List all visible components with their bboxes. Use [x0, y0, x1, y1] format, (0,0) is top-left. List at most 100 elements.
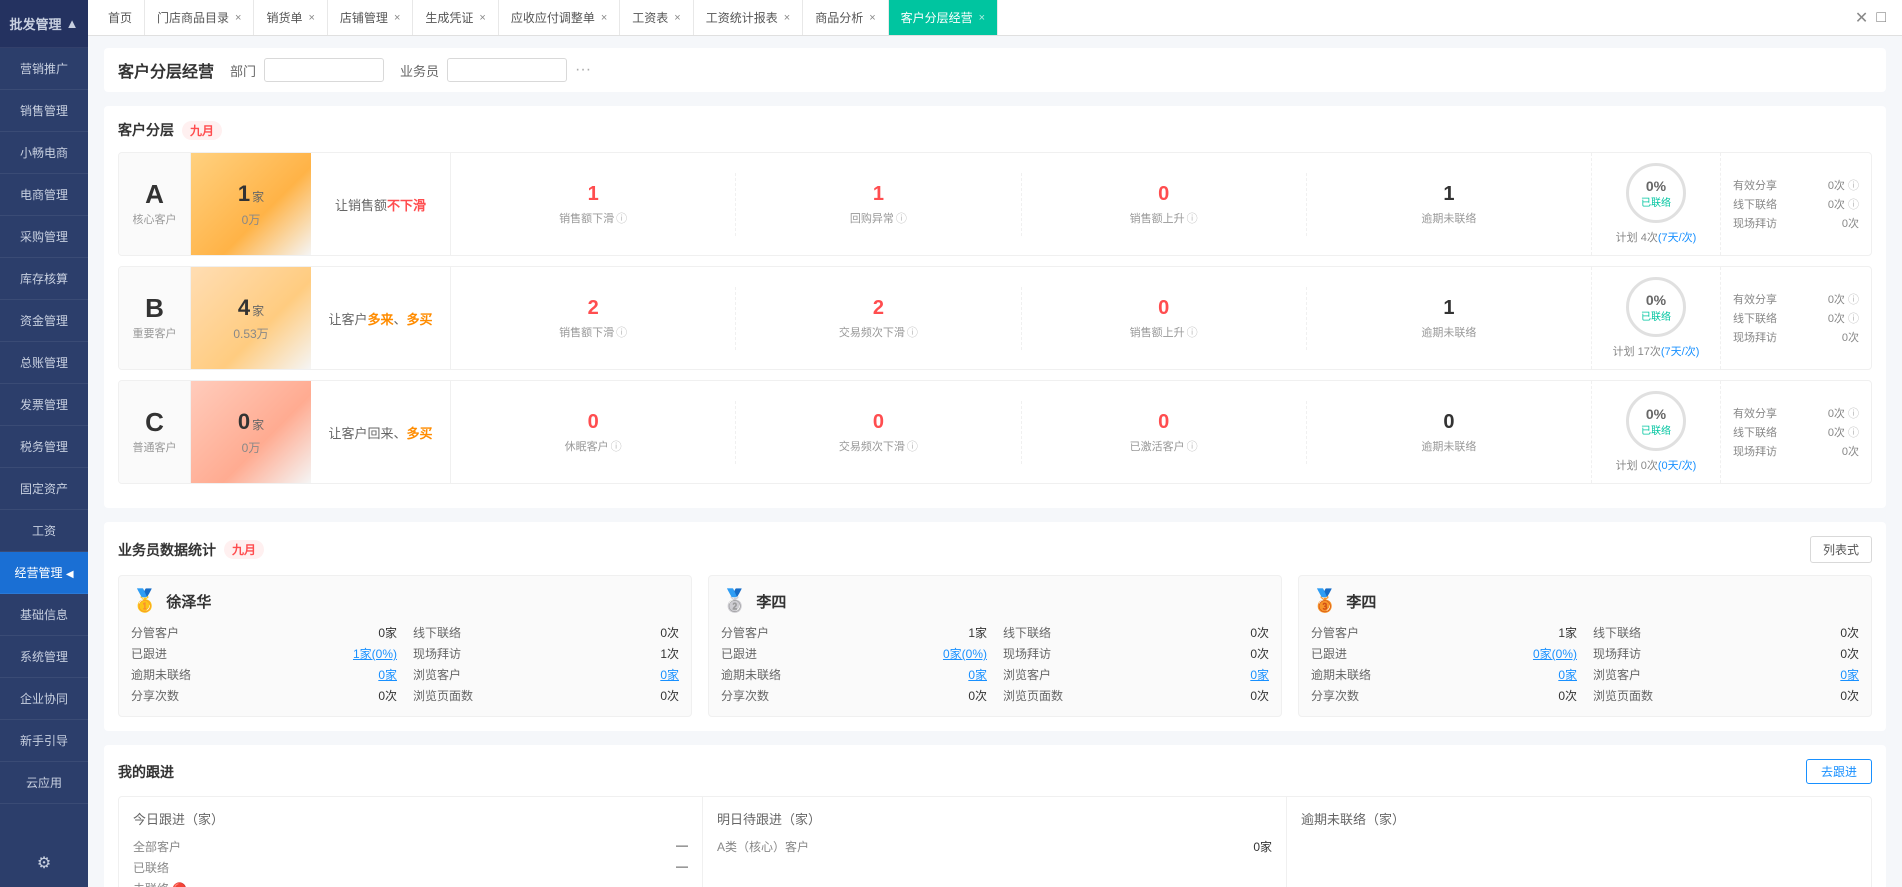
- sidebar-item-ecom[interactable]: 电商管理: [0, 174, 88, 216]
- tab-ar-ap[interactable]: 应收应付调整单 ×: [499, 0, 620, 36]
- metric-b-1: 2 销售额下滑 ⓘ: [451, 287, 736, 350]
- metric-c-overdue: 0 逾期未联络: [1307, 401, 1591, 464]
- info-icon[interactable]: ⓘ: [896, 210, 907, 226]
- info-icon[interactable]: ⓘ: [1848, 313, 1859, 325]
- tier-row-a: A 核心客户 1家 0万 让销售额不下滑 1 销售额下滑 ⓘ 1: [118, 152, 1872, 256]
- tab-payroll[interactable]: 工资表 ×: [620, 0, 693, 36]
- tab-store-products[interactable]: 门店商品目录 ×: [145, 0, 254, 36]
- sidebar-item-label: 采购管理: [20, 230, 68, 244]
- sidebar-item-ecom-small[interactable]: 小畅电商: [0, 132, 88, 174]
- tab-close-icon[interactable]: ×: [601, 12, 607, 24]
- list-view-button[interactable]: 列表式: [1810, 536, 1872, 563]
- followup-row: 全部客户 —: [133, 836, 688, 857]
- tab-close-icon[interactable]: ×: [235, 12, 241, 24]
- sidebar-item-guide[interactable]: 新手引导: [0, 720, 88, 762]
- sidebar-item-salary[interactable]: 工资: [0, 510, 88, 552]
- tier-row-c: C 普通客户 0家 0万 让客户回来、多买 0 休眠客户 ⓘ 0: [118, 380, 1872, 484]
- tab-home[interactable]: 首页: [96, 0, 145, 36]
- salesman-1-stats: 分管客户 0家 线下联络 0次 已跟进 1家(0%) 现场拜访: [131, 624, 679, 704]
- tab-customer-tier[interactable]: 客户分层经营 ×: [889, 0, 998, 36]
- info-icon[interactable]: ⓘ: [1848, 294, 1859, 306]
- sidebar-item-inventory[interactable]: 库存核算: [0, 258, 88, 300]
- tab-label: 客户分层经营: [901, 9, 973, 26]
- go-followup-button[interactable]: 去跟进: [1806, 759, 1872, 784]
- sidebar-item-label: 新手引导: [20, 734, 68, 748]
- salesman-card-2: 🥈 李四 分管客户 1家 线下联络 0次 已跟进: [708, 575, 1282, 717]
- sidebar-item-collab[interactable]: 企业协同: [0, 678, 88, 720]
- info-icon[interactable]: ⓘ: [907, 324, 918, 340]
- tier-a-name: 核心客户: [133, 211, 177, 227]
- stat-row: 现场拜访 1次: [413, 645, 679, 662]
- info-icon[interactable]: ⓘ: [1187, 324, 1198, 340]
- contact-circle-c: 0% 已联络: [1626, 391, 1686, 451]
- tier-b-num: 4: [238, 295, 250, 320]
- sidebar-item-marketing[interactable]: 营销推广: [0, 48, 88, 90]
- info-icon[interactable]: ⓘ: [611, 438, 622, 454]
- tab-close-icon[interactable]: ×: [979, 12, 985, 24]
- tier-a-actions: 有效分享 0次 ⓘ 线下联络 0次 ⓘ 现场拜访 0次: [1721, 153, 1871, 255]
- stat-row: 现场拜访 0次: [1003, 645, 1269, 662]
- tab-label: 应收应付调整单: [511, 9, 595, 26]
- tab-label: 首页: [108, 9, 132, 26]
- tab-close-icon[interactable]: ×: [479, 12, 485, 24]
- stat-row: 分管客户 1家: [721, 624, 987, 641]
- sidebar-gear-button[interactable]: ⚙: [0, 839, 88, 887]
- contact-circle-b: 0% 已联络: [1626, 277, 1686, 337]
- tier-a-suggestion: 让销售额不下滑: [311, 153, 451, 255]
- tier-a-amount: 0万: [242, 211, 261, 228]
- more-button[interactable]: ···: [575, 61, 591, 79]
- sidebar-item-sales[interactable]: 销售管理: [0, 90, 88, 132]
- metric-a-2: 1 回购异常 ⓘ: [736, 173, 1021, 236]
- sidebar-item-invoice[interactable]: 发票管理: [0, 384, 88, 426]
- tab-close-icon[interactable]: ×: [674, 12, 680, 24]
- tab-product-analysis[interactable]: 商品分析 ×: [803, 0, 888, 36]
- stat-row: 浏览客户 0家: [1593, 666, 1859, 683]
- info-icon[interactable]: ⓘ: [616, 210, 627, 226]
- sidebar-item-management[interactable]: 经营管理 ◀: [0, 552, 88, 594]
- tab-store-mgmt[interactable]: 店铺管理 ×: [328, 0, 413, 36]
- sidebar-top-label: 批发管理: [10, 14, 62, 33]
- salesman-3-header: 🥉 李四: [1311, 588, 1859, 614]
- sidebar-item-ledger[interactable]: 总账管理: [0, 342, 88, 384]
- sidebar-item-tax[interactable]: 税务管理: [0, 426, 88, 468]
- tab-gen-voucher[interactable]: 生成凭证 ×: [413, 0, 498, 36]
- tab-label: 工资统计报表: [706, 9, 778, 26]
- info-icon[interactable]: ⓘ: [907, 438, 918, 454]
- tab-payroll-report[interactable]: 工资统计报表 ×: [694, 0, 803, 36]
- sidebar-item-system[interactable]: 系统管理: [0, 636, 88, 678]
- stat-row: 线下联络 0次: [1593, 624, 1859, 641]
- tab-close-all[interactable]: ✕ □: [1847, 8, 1894, 28]
- followup-col-tomorrow: 明日待跟进（家） A类（核心）客户 0家: [703, 797, 1287, 887]
- sidebar-item-cloud[interactable]: 云应用: [0, 762, 88, 804]
- tier-a-letter: A: [145, 181, 164, 207]
- tab-close-icon[interactable]: ×: [394, 12, 400, 24]
- sidebar-item-purchase[interactable]: 采购管理: [0, 216, 88, 258]
- sidebar-item-label: 发票管理: [20, 398, 68, 412]
- sales-select[interactable]: [447, 58, 567, 82]
- tier-b-label: B 重要客户: [119, 267, 191, 369]
- stat-row: 线下联络 0次: [413, 624, 679, 641]
- info-icon[interactable]: ⓘ: [1187, 210, 1198, 226]
- info-icon[interactable]: ⓘ: [1187, 438, 1198, 454]
- tab-sales-order[interactable]: 销货单 ×: [254, 0, 327, 36]
- tier-b-metrics: 2 销售额下滑 ⓘ 2 交易频次下滑 ⓘ 0 销售额上升 ⓘ 1 逾期未联络: [451, 267, 1591, 369]
- info-icon[interactable]: ⓘ: [1848, 180, 1859, 192]
- dept-select[interactable]: [264, 58, 384, 82]
- tab-close-icon[interactable]: ×: [869, 12, 875, 24]
- salesman-card-1: 🥇 徐泽华 分管客户 0家 线下联络 0次 已跟进: [118, 575, 692, 717]
- sidebar-item-basic[interactable]: 基础信息: [0, 594, 88, 636]
- info-icon[interactable]: ⓘ: [616, 324, 627, 340]
- info-icon[interactable]: ⓘ: [1848, 199, 1859, 211]
- tab-close-icon[interactable]: ×: [784, 12, 790, 24]
- sidebar-item-label: 经营管理: [14, 566, 62, 580]
- sidebar-top-item[interactable]: 批发管理 ▲: [0, 0, 88, 48]
- info-icon[interactable]: ⓘ: [1848, 408, 1859, 420]
- followup-section: 我的跟进 去跟进 今日跟进（家） 全部客户 — 已联络 — 未联络 🔴: [104, 745, 1886, 887]
- metric-b-2: 2 交易频次下滑 ⓘ: [736, 287, 1021, 350]
- info-icon[interactable]: ⓘ: [1848, 427, 1859, 439]
- tab-close-icon[interactable]: ×: [308, 12, 314, 24]
- followup-row: 未联络 🔴 —: [133, 878, 688, 887]
- sidebar-item-finance[interactable]: 资金管理: [0, 300, 88, 342]
- salesman-1-header: 🥇 徐泽华: [131, 588, 679, 614]
- sidebar-item-assets[interactable]: 固定资产: [0, 468, 88, 510]
